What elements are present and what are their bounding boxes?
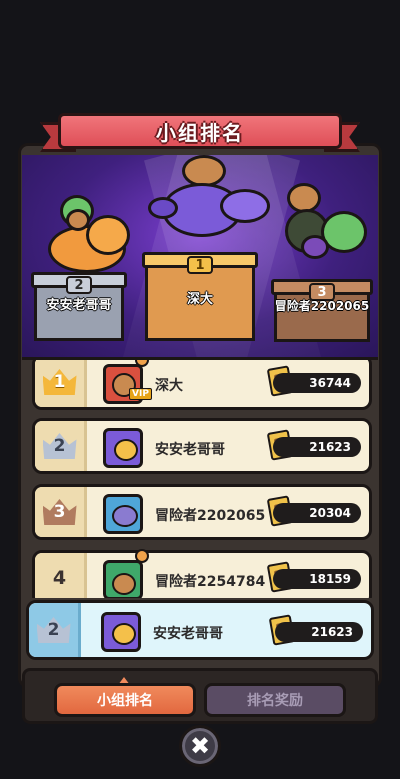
avatar[interactable] — [103, 428, 143, 468]
avatar[interactable] — [101, 612, 141, 652]
gold-crown-icon: 1 — [42, 369, 77, 395]
ranking-list[interactable]: 1 VIP 深大 36744 2 安安老哥哥 21623 3 冒险者220206… — [22, 360, 378, 598]
podium-third: 3 冒险者2202065 — [271, 279, 373, 342]
score-value: 21623 — [275, 622, 363, 642]
rank-badge: 4 — [35, 553, 87, 598]
avatar[interactable] — [103, 494, 143, 534]
podium-player-name: 安安老哥哥 — [46, 298, 112, 313]
tab-rank-reward[interactable]: 排名奖励 — [204, 683, 346, 717]
ranking-row[interactable]: 1 VIP 深大 36744 — [32, 360, 372, 410]
player-name: 冒险者2254784 — [155, 574, 266, 590]
my-ranking-row[interactable]: 2 安安老哥哥 21623 — [26, 600, 374, 660]
tab-label: 小组排名 — [97, 693, 153, 709]
rank-badge: 1 — [35, 360, 87, 407]
bronze-crown-icon: 3 — [42, 499, 77, 525]
silver-crown-icon: 2 — [42, 433, 77, 459]
ranking-row[interactable]: 4 冒险者2254784 18159 — [32, 549, 372, 598]
podium-player-name: 冒险者2202065 — [274, 299, 370, 313]
avatar[interactable] — [103, 560, 143, 598]
tab-group-rank[interactable]: 小组排名 — [54, 683, 196, 717]
ranking-screen: 小组排名 2 安安老哥哥 1 深大 3 冒险者2202065 1 VIP 深大 … — [0, 0, 400, 779]
silver-crown-icon: 2 — [36, 617, 71, 643]
vip-badge: VIP — [129, 388, 152, 400]
podium-rank-badge: 1 — [187, 256, 213, 274]
rank-number: 4 — [52, 567, 67, 589]
player-name: 冒险者2202065 — [155, 508, 266, 524]
ranking-row[interactable]: 2 安安老哥哥 21623 — [32, 418, 372, 474]
player-name: 深大 — [155, 378, 183, 394]
rank-badge: 2 — [29, 603, 81, 657]
score-value: 18159 — [273, 569, 361, 589]
rank-badge: 2 — [35, 421, 87, 471]
tiger-character — [30, 195, 130, 275]
ranking-row[interactable]: 3 冒险者2202065 20304 — [32, 484, 372, 540]
podium-second: 2 安安老哥哥 — [31, 272, 127, 341]
score-value: 21623 — [273, 437, 361, 457]
dragon-character — [142, 155, 282, 260]
podium-first: 1 深大 — [142, 252, 258, 341]
score-value: 20304 — [273, 503, 361, 523]
rank-badge: 3 — [35, 487, 87, 537]
title-ribbon: 小组排名 — [58, 113, 342, 149]
player-name: 安安老哥哥 — [155, 442, 225, 458]
score-value: 36744 — [273, 373, 361, 393]
podium-player-name: 深大 — [186, 292, 213, 307]
page-title: 小组排名 — [156, 120, 244, 145]
tab-label: 排名奖励 — [247, 693, 303, 709]
podium-rank-badge: 2 — [66, 276, 92, 294]
close-icon: ✖ — [189, 732, 211, 760]
player-name: 安安老哥哥 — [153, 626, 223, 642]
close-button[interactable]: ✖ — [179, 725, 221, 767]
frog-warrior-character — [277, 175, 377, 270]
